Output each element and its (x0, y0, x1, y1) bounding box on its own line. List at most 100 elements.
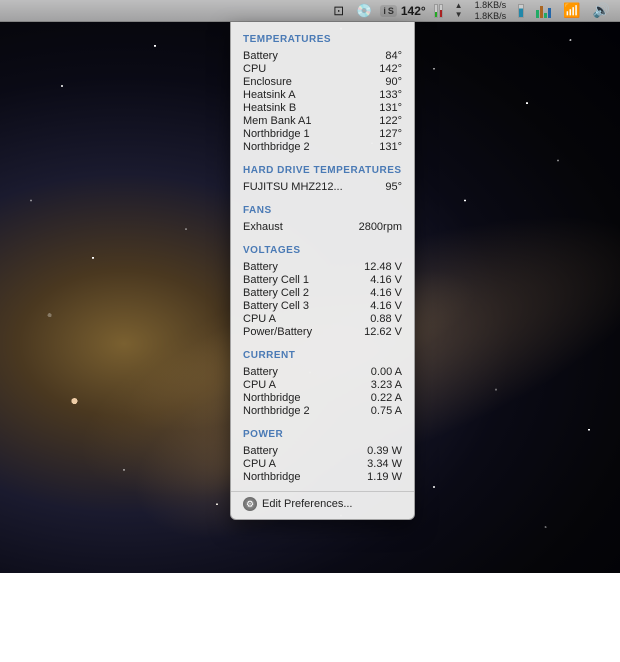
menubar-memory-graph (514, 4, 528, 18)
section-power: POWERBattery0.39 WCPU A3.34 WNorthbridge… (231, 425, 414, 485)
row-value: 0.88 V (347, 313, 402, 325)
menubar-cpu-graph (430, 4, 447, 18)
row-label: Battery Cell 2 (243, 287, 309, 299)
row-label: Northbridge 2 (243, 405, 310, 417)
section-title-fans: FANS (243, 205, 402, 217)
data-row: Northbridge 2 0.75 A (243, 404, 402, 417)
menubar-network-arrows: ▲ ▼ (451, 2, 467, 20)
row-label: Exhaust (243, 221, 283, 233)
row-value: 2800rpm (347, 221, 402, 233)
data-row: Power/Battery 12.62 V (243, 325, 402, 338)
row-value: 0.22 A (347, 392, 402, 404)
row-label: Northbridge 2 (243, 141, 310, 153)
data-row: FUJITSU MHZ212... 95° (243, 180, 402, 193)
data-row: Enclosure 90° (243, 75, 402, 88)
row-label: Heatsink B (243, 102, 296, 114)
data-row: Battery 12.48 V (243, 260, 402, 273)
row-label: CPU A (243, 458, 276, 470)
row-label: Battery (243, 366, 278, 378)
data-row: Northbridge 1 127° (243, 127, 402, 140)
section-title-current: CURRENT (243, 350, 402, 362)
row-value: 90° (347, 76, 402, 88)
row-value: 1.19 W (347, 471, 402, 483)
row-label: Power/Battery (243, 326, 312, 338)
row-value: 133° (347, 89, 402, 101)
row-value: 3.23 A (347, 379, 402, 391)
row-label: CPU A (243, 313, 276, 325)
data-row: Exhaust 2800rpm (243, 220, 402, 233)
stats-dropdown: TEMPERATURES Battery 84° CPU 142° Enclosure 90… (230, 22, 415, 520)
row-label: Northbridge 1 (243, 128, 310, 140)
row-value: 0.00 A (347, 366, 402, 378)
row-value: 4.16 V (347, 287, 402, 299)
section-temperatures: TEMPERATURES Battery 84° CPU 142° Enclosure 90… (231, 30, 414, 155)
row-value: 122° (347, 115, 402, 127)
data-row: Northbridge 0.22 A (243, 391, 402, 404)
row-label: Battery Cell 1 (243, 274, 309, 286)
row-value: 12.48 V (347, 261, 402, 273)
data-row: Mem Bank A1 122° (243, 114, 402, 127)
row-label: Enclosure (243, 76, 292, 88)
row-label: Heatsink A (243, 89, 296, 101)
data-row: Battery 84° (243, 49, 402, 62)
row-value: 95° (347, 181, 402, 193)
section-fans: FANS Exhaust 2800rpm (231, 201, 414, 235)
menubar-disk-icon: 💿 (352, 3, 376, 19)
row-label: Battery Cell 3 (243, 300, 309, 312)
temp-value: 142° (401, 4, 426, 18)
section-current: CURRENTBattery0.00 ACPU A3.23 ANorthbrid… (231, 346, 414, 419)
row-value: 84° (347, 50, 402, 62)
menubar-volume-icon[interactable]: 🔊 (589, 2, 614, 19)
network-down: 1.8KB/s (475, 11, 507, 22)
row-value: 131° (347, 141, 402, 153)
section-title-temperatures: TEMPERATURES (243, 34, 402, 46)
data-row: Northbridge 1.19 W (243, 470, 402, 483)
row-value: 3.34 W (347, 458, 402, 470)
data-row: Battery 0.39 W (243, 444, 402, 457)
section-title-voltages: VOLTAGES (243, 245, 402, 257)
section-title-hard-drive-temps: HARD DRIVE TEMPERATURES (243, 165, 402, 177)
section-voltages: VOLTAGES Battery 12.48 V Battery Cell 1 4.16… (231, 241, 414, 340)
row-label: CPU A (243, 379, 276, 391)
preferences-gear-icon: ⚙ (243, 497, 257, 511)
data-row: CPU A 3.34 W (243, 457, 402, 470)
row-label: FUJITSU MHZ212... (243, 181, 343, 193)
section-hard-drive-temps: HARD DRIVE TEMPERATURES FUJITSU MHZ212...… (231, 161, 414, 195)
data-row: Heatsink A 133° (243, 88, 402, 101)
row-value: 12.62 V (347, 326, 402, 338)
edit-preferences-button[interactable]: ⚙ Edit Preferences... (231, 491, 414, 515)
row-label: Battery (243, 261, 278, 273)
row-label: Northbridge (243, 392, 300, 404)
row-value: 0.39 W (347, 445, 402, 457)
data-row: CPU A 0.88 V (243, 312, 402, 325)
menubar-extra-graphs (532, 4, 555, 18)
data-row: Battery Cell 2 4.16 V (243, 286, 402, 299)
row-label: CPU (243, 63, 266, 75)
row-value: 142° (347, 63, 402, 75)
network-up: 1.8KB/s (475, 0, 507, 11)
row-value: 131° (347, 102, 402, 114)
row-value: 127° (347, 128, 402, 140)
menubar-istat-icon[interactable]: i S (380, 5, 397, 17)
menubar-wifi-icon[interactable]: 📶 (559, 2, 584, 19)
row-value: 4.16 V (347, 274, 402, 286)
menubar: ⊡ 💿 i S 142° ▲ ▼ 1.8KB/s 1.8KB/s (0, 0, 620, 22)
menubar-network-speeds: 1.8KB/s 1.8KB/s (471, 0, 511, 21)
row-label: Battery (243, 50, 278, 62)
data-row: Northbridge 2 131° (243, 140, 402, 153)
data-row: Heatsink B 131° (243, 101, 402, 114)
data-row: Battery Cell 1 4.16 V (243, 273, 402, 286)
row-value: 4.16 V (347, 300, 402, 312)
menubar-temp-display[interactable]: 142° (401, 4, 426, 18)
data-row: Battery Cell 3 4.16 V (243, 299, 402, 312)
row-label: Mem Bank A1 (243, 115, 311, 127)
row-label: Northbridge (243, 471, 300, 483)
row-value: 0.75 A (347, 405, 402, 417)
edit-preferences-label: Edit Preferences... (262, 498, 353, 510)
row-label: Battery (243, 445, 278, 457)
section-title-power: POWER (243, 429, 402, 441)
menubar-window-icon: ⊡ (329, 3, 348, 19)
data-row: CPU 142° (243, 62, 402, 75)
data-row: Battery 0.00 A (243, 365, 402, 378)
data-row: CPU A 3.23 A (243, 378, 402, 391)
